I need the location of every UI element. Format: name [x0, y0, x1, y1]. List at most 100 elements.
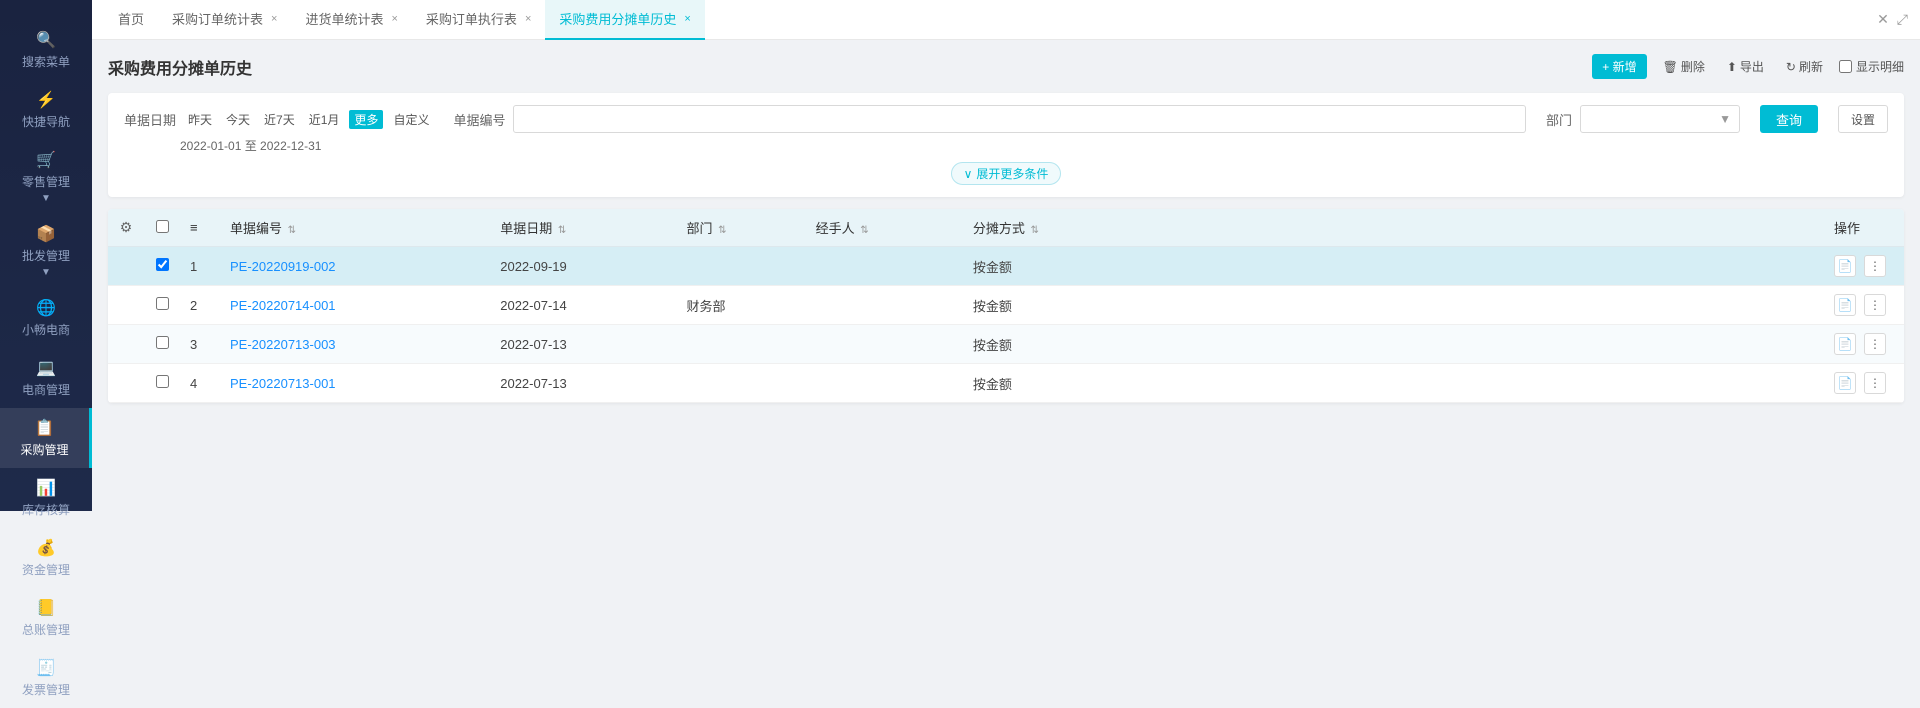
more-icon[interactable]: ⋮	[1864, 333, 1886, 355]
col-handler-label: 经手人	[816, 221, 855, 236]
sidebar-item-shortcuts[interactable]: ⚡ 快捷导航	[0, 80, 92, 140]
maximize-icon[interactable]: ⤢	[1897, 11, 1908, 28]
tab-label: 采购费用分摊单历史	[559, 9, 676, 28]
col-split-method: 分摊方式 ⇅	[963, 209, 1824, 247]
col-actions-label: 操作	[1834, 221, 1860, 236]
sidebar-item-invoice[interactable]: 🧾 发票管理	[0, 648, 92, 708]
sidebar-item-ecom-mgmt[interactable]: 💻 电商管理	[0, 348, 92, 408]
page-header: 采购费用分摊单历史 + 新增 🗑 删除 ⬆ 导出 ↻ 刷新 显示明细	[108, 54, 1904, 79]
sidebar-item-inventory[interactable]: 📊 库存核算	[0, 468, 92, 528]
tab-purchase-order-exec[interactable]: 采购订单执行表 ×	[412, 0, 545, 40]
action-icons: 📄 ⋮	[1834, 372, 1894, 394]
show-detail-checkbox[interactable]	[1839, 60, 1852, 73]
close-all-icon[interactable]: ✕	[1877, 11, 1889, 28]
tab-close-icon[interactable]: ×	[525, 13, 531, 25]
docno-link[interactable]: PE-20220919-002	[230, 259, 336, 274]
tab-inbound-stats[interactable]: 进货单统计表 ×	[291, 0, 411, 40]
sidebar-item-ecom-small[interactable]: 🌐 小畅电商	[0, 288, 92, 348]
date-btn-custom[interactable]: 自定义	[389, 110, 433, 129]
refresh-button[interactable]: ↻ 刷新	[1780, 55, 1829, 78]
cell-checkbox	[144, 325, 180, 364]
more-icon[interactable]: ⋮	[1864, 255, 1886, 277]
more-icon[interactable]: ⋮	[1864, 372, 1886, 394]
clipboard-icon: 📋	[35, 418, 55, 438]
edit-icon[interactable]: 📄	[1834, 372, 1856, 394]
cell-docno: PE-20220713-001	[220, 364, 490, 403]
docno-filter-group: 单据编号	[453, 105, 1526, 133]
docno-input[interactable]	[513, 105, 1525, 133]
select-all-checkbox[interactable]	[156, 220, 169, 233]
search-button[interactable]: 查询	[1760, 105, 1818, 133]
tab-purchase-cost-history[interactable]: 采购费用分摊单历史 ×	[545, 0, 704, 40]
cell-dept	[676, 247, 805, 286]
cell-checkbox	[144, 286, 180, 325]
sidebar-item-finance[interactable]: 💰 资金管理	[0, 528, 92, 588]
tab-close-icon[interactable]: ×	[684, 13, 690, 25]
col-dept-label: 部门	[686, 221, 712, 236]
date-btn-more[interactable]: 更多	[349, 110, 383, 129]
col-settings-icon[interactable]: ⚙	[120, 219, 133, 235]
expand-button[interactable]: ∨ 展开更多条件	[951, 162, 1062, 185]
sidebar-item-label: 库存核算	[22, 501, 70, 518]
tab-close-icon[interactable]: ×	[271, 13, 277, 25]
docno-link[interactable]: PE-20220714-001	[230, 298, 336, 313]
cell-split-method: 按金额	[963, 247, 1824, 286]
add-button[interactable]: + 新增	[1592, 54, 1646, 79]
main-content: 首页 采购订单统计表 × 进货单统计表 × 采购订单执行表 × 采购费用分摊单历…	[92, 0, 1920, 511]
sidebar-item-label: 搜索菜单	[22, 53, 70, 70]
sort-icon: ⇅	[558, 225, 566, 236]
cell-checkbox	[144, 247, 180, 286]
row-checkbox[interactable]	[156, 375, 169, 388]
date-btn-yesterday[interactable]: 昨天	[184, 110, 216, 129]
content-area: 采购费用分摊单历史 + 新增 🗑 删除 ⬆ 导出 ↻ 刷新 显示明细	[92, 40, 1920, 511]
cell-no: 4	[180, 364, 220, 403]
row-checkbox[interactable]	[156, 258, 169, 271]
sidebar-item-label: 批发管理	[22, 247, 70, 264]
ledger-icon: 📒	[36, 598, 56, 618]
cell-no: 3	[180, 325, 220, 364]
docno-link[interactable]: PE-20220713-001	[230, 376, 336, 391]
edit-icon[interactable]: 📄	[1834, 294, 1856, 316]
sidebar-item-label: 资金管理	[22, 561, 70, 578]
tab-home-label: 首页	[118, 9, 144, 28]
cell-handler	[806, 364, 963, 403]
edit-icon[interactable]: 📄	[1834, 255, 1856, 277]
sidebar-item-search[interactable]: 🔍 搜索菜单	[0, 20, 92, 80]
cell-dept	[676, 364, 805, 403]
sidebar-item-purchase[interactable]: 📋 采购管理	[0, 408, 92, 468]
cell-handler	[806, 247, 963, 286]
col-dept: 部门 ⇅	[676, 209, 805, 247]
col-no: ≡	[180, 209, 220, 247]
show-detail-checkbox-label[interactable]: 显示明细	[1839, 58, 1904, 75]
date-btn-today[interactable]: 今天	[222, 110, 254, 129]
table-row: 4 PE-20220713-001 2022-07-13 按金额 📄 ⋮	[108, 364, 1904, 403]
cell-docdate: 2022-07-13	[490, 325, 676, 364]
table-body: 1 PE-20220919-002 2022-09-19 按金额 📄 ⋮ 2 P…	[108, 247, 1904, 403]
delete-button[interactable]: 🗑 删除	[1657, 55, 1711, 78]
tab-home[interactable]: 首页	[104, 0, 158, 40]
cell-split-method: 按金额	[963, 364, 1824, 403]
dept-select[interactable]: ▼	[1580, 105, 1740, 133]
row-checkbox[interactable]	[156, 297, 169, 310]
filter-settings-button[interactable]: 设置	[1838, 105, 1888, 133]
row-checkbox[interactable]	[156, 336, 169, 349]
sidebar-item-ledger[interactable]: 📒 总账管理	[0, 588, 92, 648]
cell-no: 1	[180, 247, 220, 286]
docno-link[interactable]: PE-20220713-003	[230, 337, 336, 352]
export-button[interactable]: ⬆ 导出	[1721, 55, 1770, 78]
more-icon[interactable]: ⋮	[1864, 294, 1886, 316]
cell-docno: PE-20220713-003	[220, 325, 490, 364]
date-shortcuts: 昨天 今天 近7天 近1月 更多 自定义	[184, 110, 433, 129]
tab-purchase-order-stats[interactable]: 采购订单统计表 ×	[158, 0, 291, 40]
tab-close-icon[interactable]: ×	[391, 13, 397, 25]
date-btn-7days[interactable]: 近7天	[260, 110, 299, 129]
cell-docdate: 2022-09-19	[490, 247, 676, 286]
table-row: 3 PE-20220713-003 2022-07-13 按金额 📄 ⋮	[108, 325, 1904, 364]
date-btn-1month[interactable]: 近1月	[305, 110, 344, 129]
money-icon: 💰	[36, 538, 56, 558]
edit-icon[interactable]: 📄	[1834, 333, 1856, 355]
cell-split-method: 按金额	[963, 286, 1824, 325]
sidebar-item-wholesale[interactable]: 📦 批发管理 ▼	[0, 214, 92, 288]
cell-checkbox	[144, 364, 180, 403]
sidebar-item-retail[interactable]: 🛒 零售管理 ▼	[0, 140, 92, 214]
